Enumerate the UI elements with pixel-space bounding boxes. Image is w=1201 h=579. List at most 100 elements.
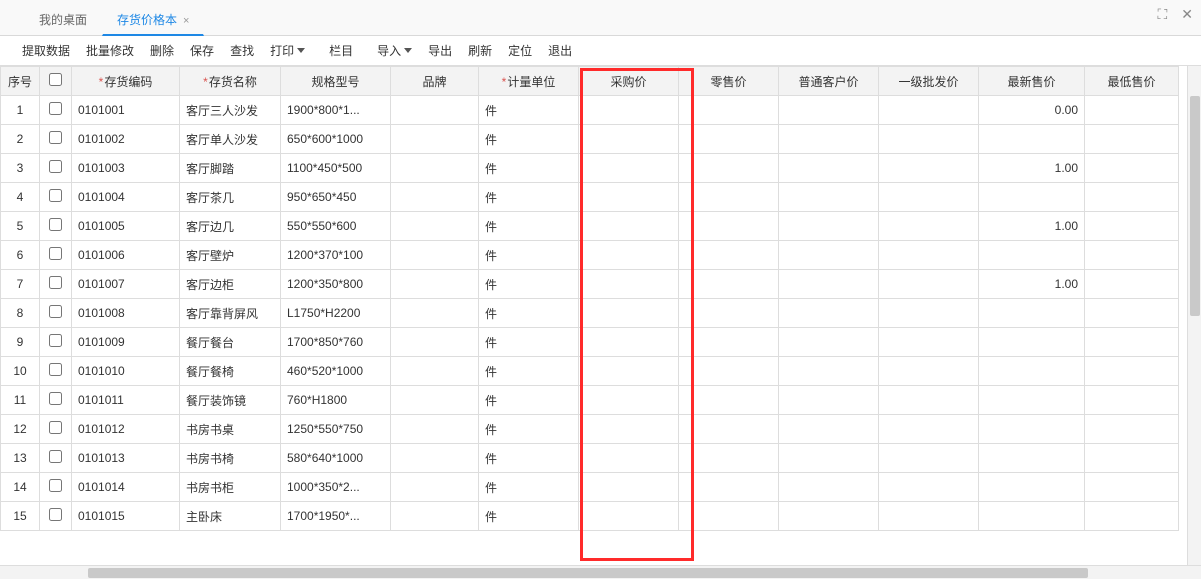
cell-spec[interactable]: 1900*800*1... <box>281 96 391 125</box>
cell-latest-price[interactable] <box>979 125 1085 154</box>
col-header-checkbox[interactable] <box>40 67 72 96</box>
cell-purchase-price[interactable] <box>579 299 679 328</box>
refresh-button[interactable]: 刷新 <box>464 40 496 61</box>
tab-close-icon[interactable]: × <box>183 15 189 27</box>
cell-min-price[interactable] <box>1085 328 1179 357</box>
col-header-latest-price[interactable]: 最新售价 <box>979 67 1085 96</box>
cell-code[interactable]: 0101004 <box>72 183 180 212</box>
cell-unit[interactable]: 件 <box>479 415 579 444</box>
cell-customer-price[interactable] <box>779 125 879 154</box>
cell-purchase-price[interactable] <box>579 125 679 154</box>
cell-brand[interactable] <box>391 183 479 212</box>
cell-checkbox[interactable] <box>40 241 72 270</box>
cell-brand[interactable] <box>391 357 479 386</box>
cell-name[interactable]: 客厅边几 <box>180 212 281 241</box>
cell-spec[interactable]: 1250*550*750 <box>281 415 391 444</box>
cell-customer-price[interactable] <box>779 241 879 270</box>
cell-min-price[interactable] <box>1085 415 1179 444</box>
cell-checkbox[interactable] <box>40 125 72 154</box>
row-checkbox[interactable] <box>49 305 62 318</box>
cell-checkbox[interactable] <box>40 415 72 444</box>
cell-min-price[interactable] <box>1085 183 1179 212</box>
cell-retail-price[interactable] <box>679 415 779 444</box>
cell-latest-price[interactable] <box>979 386 1085 415</box>
cell-spec[interactable]: 550*550*600 <box>281 212 391 241</box>
cell-code[interactable]: 0101014 <box>72 473 180 502</box>
table-row[interactable]: 80101008客厅靠背屏风L1750*H2200件 <box>1 299 1179 328</box>
cell-latest-price[interactable] <box>979 328 1085 357</box>
cell-latest-price[interactable] <box>979 444 1085 473</box>
cell-retail-price[interactable] <box>679 328 779 357</box>
batch-button[interactable]: 批量修改 <box>82 40 138 61</box>
save-button[interactable]: 保存 <box>186 40 218 61</box>
cell-retail-price[interactable] <box>679 357 779 386</box>
columns-button[interactable]: 栏目 <box>325 40 357 61</box>
cell-retail-price[interactable] <box>679 154 779 183</box>
cell-min-price[interactable] <box>1085 473 1179 502</box>
cell-brand[interactable] <box>391 212 479 241</box>
cell-code[interactable]: 0101011 <box>72 386 180 415</box>
cell-retail-price[interactable] <box>679 125 779 154</box>
cell-spec[interactable]: 1200*370*100 <box>281 241 391 270</box>
cell-checkbox[interactable] <box>40 299 72 328</box>
col-header-wholesale-price[interactable]: 一级批发价 <box>879 67 979 96</box>
cell-customer-price[interactable] <box>779 328 879 357</box>
table-row[interactable]: 100101010餐厅餐椅460*520*1000件 <box>1 357 1179 386</box>
cell-code[interactable]: 0101010 <box>72 357 180 386</box>
cell-checkbox[interactable] <box>40 473 72 502</box>
cell-spec[interactable]: L1750*H2200 <box>281 299 391 328</box>
cell-checkbox[interactable] <box>40 357 72 386</box>
delete-button[interactable]: 删除 <box>146 40 178 61</box>
cell-purchase-price[interactable] <box>579 212 679 241</box>
cell-latest-price[interactable]: 0.00 <box>979 96 1085 125</box>
cell-code[interactable]: 0101005 <box>72 212 180 241</box>
table-row[interactable]: 140101014书房书柜1000*350*2...件 <box>1 473 1179 502</box>
col-header-code[interactable]: *存货编码 <box>72 67 180 96</box>
tab-我的桌面[interactable]: 我的桌面 <box>24 2 102 36</box>
cell-retail-price[interactable] <box>679 502 779 531</box>
cell-name[interactable]: 客厅茶几 <box>180 183 281 212</box>
vertical-scrollbar-thumb[interactable] <box>1190 96 1200 316</box>
cell-brand[interactable] <box>391 96 479 125</box>
cell-min-price[interactable] <box>1085 299 1179 328</box>
cell-brand[interactable] <box>391 386 479 415</box>
cell-wholesale-price[interactable] <box>879 96 979 125</box>
row-checkbox[interactable] <box>49 102 62 115</box>
cell-min-price[interactable] <box>1085 96 1179 125</box>
row-checkbox[interactable] <box>49 189 62 202</box>
cell-code[interactable]: 0101009 <box>72 328 180 357</box>
cell-unit[interactable]: 件 <box>479 299 579 328</box>
cell-purchase-price[interactable] <box>579 444 679 473</box>
cell-code[interactable]: 0101015 <box>72 502 180 531</box>
table-row[interactable]: 110101011餐厅装饰镜760*H1800件 <box>1 386 1179 415</box>
cell-wholesale-price[interactable] <box>879 183 979 212</box>
cell-wholesale-price[interactable] <box>879 357 979 386</box>
cell-brand[interactable] <box>391 473 479 502</box>
cell-wholesale-price[interactable] <box>879 299 979 328</box>
cell-brand[interactable] <box>391 125 479 154</box>
cell-customer-price[interactable] <box>779 154 879 183</box>
cell-code[interactable]: 0101001 <box>72 96 180 125</box>
cell-min-price[interactable] <box>1085 502 1179 531</box>
cell-name[interactable]: 客厅脚踏 <box>180 154 281 183</box>
cell-customer-price[interactable] <box>779 502 879 531</box>
cell-checkbox[interactable] <box>40 328 72 357</box>
cell-wholesale-price[interactable] <box>879 154 979 183</box>
tab-存货价格本[interactable]: 存货价格本× <box>102 2 204 36</box>
cell-name[interactable]: 客厅三人沙发 <box>180 96 281 125</box>
cell-name[interactable]: 客厅单人沙发 <box>180 125 281 154</box>
cell-wholesale-price[interactable] <box>879 415 979 444</box>
col-header-name[interactable]: *存货名称 <box>180 67 281 96</box>
cell-unit[interactable]: 件 <box>479 154 579 183</box>
cell-code[interactable]: 0101013 <box>72 444 180 473</box>
row-checkbox[interactable] <box>49 450 62 463</box>
cell-checkbox[interactable] <box>40 502 72 531</box>
cell-code[interactable]: 0101003 <box>72 154 180 183</box>
cell-name[interactable]: 客厅边柜 <box>180 270 281 299</box>
cell-min-price[interactable] <box>1085 357 1179 386</box>
cell-min-price[interactable] <box>1085 270 1179 299</box>
cell-checkbox[interactable] <box>40 183 72 212</box>
cell-purchase-price[interactable] <box>579 502 679 531</box>
row-checkbox[interactable] <box>49 508 62 521</box>
cell-spec[interactable]: 1700*850*760 <box>281 328 391 357</box>
